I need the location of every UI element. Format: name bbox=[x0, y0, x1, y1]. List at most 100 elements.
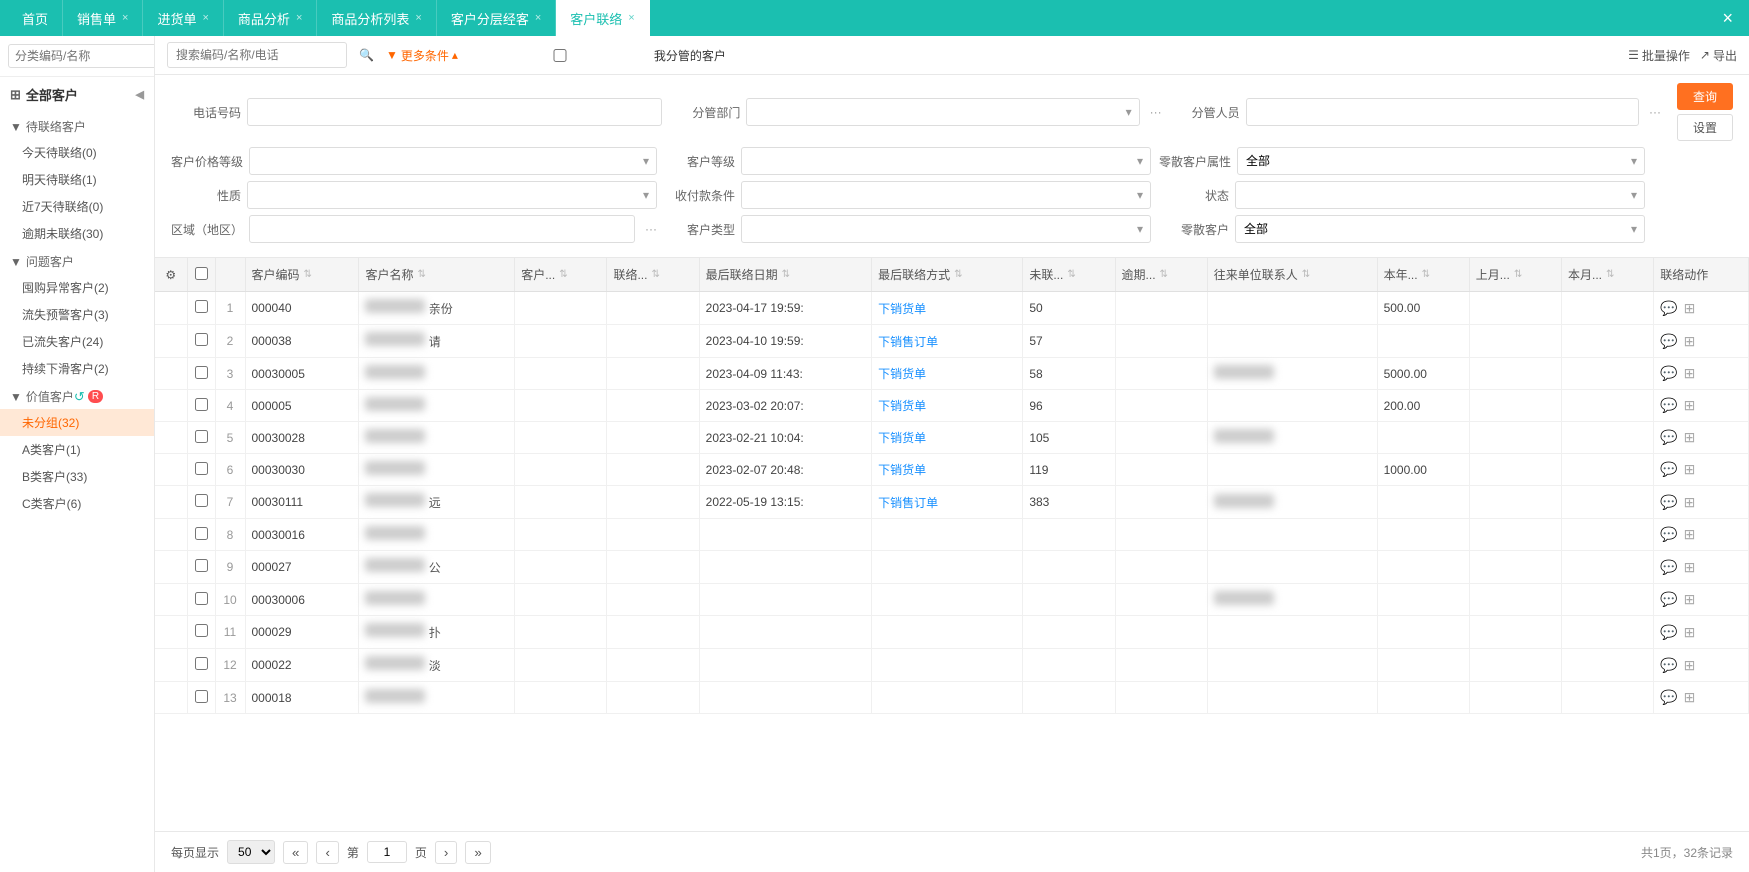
tab-product-analysis-list[interactable]: 商品分析列表 × bbox=[317, 0, 436, 36]
region-input[interactable] bbox=[249, 215, 635, 243]
cell-checkbox[interactable] bbox=[187, 390, 215, 422]
sidebar-item-churn-warning[interactable]: 流失预警客户(3) bbox=[0, 301, 154, 328]
phone-input[interactable] bbox=[247, 98, 662, 126]
select-all-checkbox[interactable] bbox=[195, 267, 208, 280]
action-comment-icon[interactable]: 💬 bbox=[1660, 494, 1677, 511]
action-comment-icon[interactable]: 💬 bbox=[1660, 429, 1677, 446]
cell-last-contact-method[interactable]: 下销货单 bbox=[872, 390, 1023, 422]
tab-customer-contact[interactable]: 客户联络 × bbox=[556, 0, 649, 36]
row-checkbox[interactable] bbox=[195, 690, 208, 703]
row-checkbox[interactable] bbox=[195, 300, 208, 313]
status-select[interactable] bbox=[1235, 181, 1645, 209]
price-level-select[interactable] bbox=[249, 147, 657, 175]
action-comment-icon[interactable]: 💬 bbox=[1660, 657, 1677, 674]
department-more-icon[interactable]: ··· bbox=[1150, 105, 1162, 119]
action-grid-icon[interactable]: ⊞ bbox=[1684, 591, 1696, 608]
cell-last-contact-method[interactable]: 下销货单 bbox=[872, 292, 1023, 325]
last-page-button[interactable]: » bbox=[465, 841, 490, 864]
cell-checkbox[interactable] bbox=[187, 584, 215, 616]
action-grid-icon[interactable]: ⊞ bbox=[1684, 657, 1696, 674]
sidebar-item-tomorrow-pending[interactable]: 明天待联络(1) bbox=[0, 166, 154, 193]
col-overdue[interactable]: 逾期... ⇅ bbox=[1115, 258, 1207, 292]
action-comment-icon[interactable]: 💬 bbox=[1660, 333, 1677, 350]
row-checkbox[interactable] bbox=[195, 430, 208, 443]
action-grid-icon[interactable]: ⊞ bbox=[1684, 526, 1696, 543]
sidebar-item-overdue-pending[interactable]: 逾期未联络(30) bbox=[0, 220, 154, 247]
cell-last-contact-method[interactable]: 下销货单 bbox=[872, 422, 1023, 454]
action-grid-icon[interactable]: ⊞ bbox=[1684, 429, 1696, 446]
reset-button[interactable]: 设置 bbox=[1677, 114, 1733, 141]
col-checkbox[interactable] bbox=[187, 258, 215, 292]
all-customers-header[interactable]: ⊞ 全部客户 ◀ bbox=[0, 77, 154, 112]
col-not-contacted[interactable]: 未联... ⇅ bbox=[1023, 258, 1115, 292]
tab-home[interactable]: 首页 bbox=[8, 0, 63, 36]
sidebar-item-declining[interactable]: 持续下滑客户(2) bbox=[0, 355, 154, 382]
my-customers-check[interactable] bbox=[470, 49, 650, 62]
col-last-month[interactable]: 上月... ⇅ bbox=[1469, 258, 1561, 292]
cell-checkbox[interactable] bbox=[187, 519, 215, 551]
first-page-button[interactable]: « bbox=[283, 841, 308, 864]
sidebar-search-input[interactable] bbox=[8, 44, 155, 68]
row-checkbox[interactable] bbox=[195, 398, 208, 411]
next-page-button[interactable]: › bbox=[435, 841, 457, 864]
action-comment-icon[interactable]: 💬 bbox=[1660, 689, 1677, 706]
sidebar-item-today-pending[interactable]: 今天待联络(0) bbox=[0, 139, 154, 166]
cell-checkbox[interactable] bbox=[187, 292, 215, 325]
manager-input[interactable] bbox=[1246, 98, 1639, 126]
action-grid-icon[interactable]: ⊞ bbox=[1684, 461, 1696, 478]
row-checkbox[interactable] bbox=[195, 333, 208, 346]
cell-last-contact-method[interactable]: 下销货单 bbox=[872, 454, 1023, 486]
action-grid-icon[interactable]: ⊞ bbox=[1684, 624, 1696, 641]
page-number-input[interactable] bbox=[367, 841, 407, 863]
col-this-year[interactable]: 本年... ⇅ bbox=[1377, 258, 1469, 292]
prev-page-button[interactable]: ‹ bbox=[316, 841, 338, 864]
sidebar-item-week-pending[interactable]: 近7天待联络(0) bbox=[0, 193, 154, 220]
sidebar-item-class-c[interactable]: C类客户(6) bbox=[0, 490, 154, 517]
action-grid-icon[interactable]: ⊞ bbox=[1684, 333, 1696, 350]
page-size-select[interactable]: 50 bbox=[227, 840, 275, 864]
cell-checkbox[interactable] bbox=[187, 358, 215, 390]
more-conditions-button[interactable]: ▼ 更多条件 ▴ bbox=[386, 47, 458, 64]
col-contact[interactable]: 联络... ⇅ bbox=[607, 258, 699, 292]
action-grid-icon[interactable]: ⊞ bbox=[1684, 300, 1696, 317]
sidebar-item-class-b[interactable]: B类客户(33) bbox=[0, 463, 154, 490]
customer-type-select[interactable] bbox=[741, 215, 1151, 243]
sidebar-item-ungroup[interactable]: 未分组(32) bbox=[0, 409, 154, 436]
tab-customer-contact-close[interactable]: × bbox=[628, 12, 634, 24]
action-grid-icon[interactable]: ⊞ bbox=[1684, 494, 1696, 511]
action-comment-icon[interactable]: 💬 bbox=[1660, 397, 1677, 414]
retail-customer-select[interactable]: 全部 bbox=[1235, 215, 1645, 243]
tab-purchase[interactable]: 进货单 × bbox=[143, 0, 223, 36]
action-grid-icon[interactable]: ⊞ bbox=[1684, 397, 1696, 414]
tab-product-analysis-list-close[interactable]: × bbox=[415, 12, 421, 24]
region-more-icon[interactable]: ··· bbox=[645, 222, 657, 236]
value-refresh-icon[interactable]: ↺ bbox=[74, 389, 85, 405]
tab-product-analysis-close[interactable]: × bbox=[296, 12, 302, 24]
my-customers-checkbox[interactable]: 我分管的客户 bbox=[470, 47, 726, 64]
batch-ops-button[interactable]: ☰ 批量操作 bbox=[1628, 47, 1690, 64]
row-checkbox[interactable] bbox=[195, 527, 208, 540]
col-code[interactable]: 客户编码 ⇅ bbox=[245, 258, 359, 292]
query-button[interactable]: 查询 bbox=[1677, 83, 1733, 110]
search-input[interactable] bbox=[167, 42, 347, 68]
cell-checkbox[interactable] bbox=[187, 616, 215, 649]
cell-checkbox[interactable] bbox=[187, 486, 215, 519]
sidebar-group-value[interactable]: ▼ 价值客户 ↺ R bbox=[0, 382, 154, 409]
sidebar-item-churned[interactable]: 已流失客户(24) bbox=[0, 328, 154, 355]
col-unit-contact[interactable]: 往来单位联系人 ⇅ bbox=[1207, 258, 1377, 292]
manager-more-icon[interactable]: ··· bbox=[1649, 105, 1661, 119]
cell-checkbox[interactable] bbox=[187, 325, 215, 358]
export-button[interactable]: ↗ 导出 bbox=[1700, 47, 1737, 64]
department-select[interactable] bbox=[746, 98, 1139, 126]
filter-search-icon[interactable]: 🔍 bbox=[359, 48, 374, 62]
cell-last-contact-method[interactable]: 下销货单 bbox=[872, 358, 1023, 390]
action-comment-icon[interactable]: 💬 bbox=[1660, 591, 1677, 608]
col-name[interactable]: 客户名称 ⇅ bbox=[359, 258, 515, 292]
row-checkbox[interactable] bbox=[195, 592, 208, 605]
tab-sales-close[interactable]: × bbox=[122, 12, 128, 24]
cell-checkbox[interactable] bbox=[187, 454, 215, 486]
col-last-contact-method[interactable]: 最后联络方式 ⇅ bbox=[872, 258, 1023, 292]
tab-purchase-close[interactable]: × bbox=[202, 12, 208, 24]
nature-select[interactable] bbox=[247, 181, 657, 209]
action-comment-icon[interactable]: 💬 bbox=[1660, 526, 1677, 543]
